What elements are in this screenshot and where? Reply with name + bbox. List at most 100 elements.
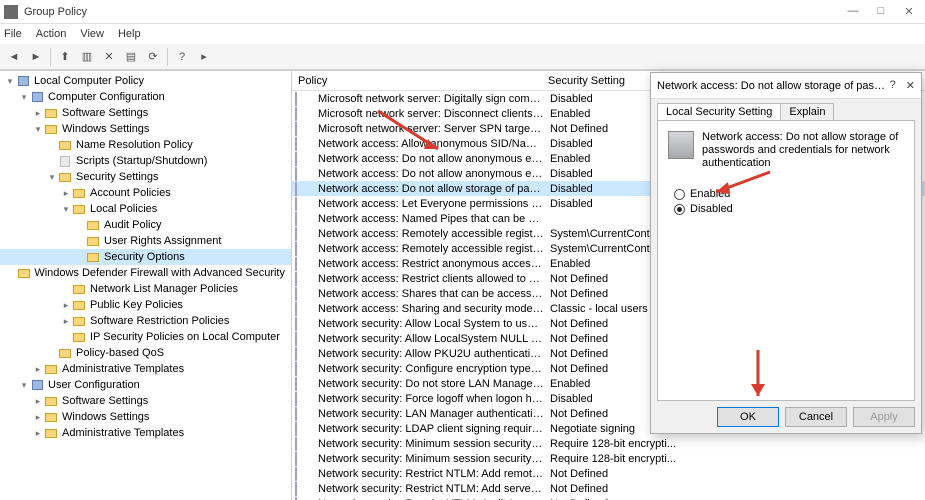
radio-enabled[interactable]: Enabled [674,188,904,200]
tree-node[interactable]: ▸Software Restriction Policies [0,313,291,329]
folder-icon [72,187,86,199]
folder-icon [44,123,58,135]
tree-label: Administrative Templates [62,363,184,375]
radio-disabled-icon [674,204,685,215]
policy-name: Network security: Configure encryption t… [312,363,544,375]
folder-icon [44,427,58,439]
policy-icon [295,168,309,180]
close-button[interactable]: ✕ [901,5,917,18]
tree-node[interactable]: ▸Windows Settings [0,409,291,425]
policy-setting: Not Defined [544,468,925,480]
column-policy[interactable]: Policy [292,75,542,87]
policy-icon [295,303,309,315]
tab-explain[interactable]: Explain [780,103,834,120]
show-hide-button[interactable]: ▥ [77,47,97,67]
delete-button[interactable]: ✕ [99,47,119,67]
policy-name: Network access: Remotely accessible regi… [312,243,544,255]
tree-node[interactable]: ▾Local Computer Policy [0,73,291,89]
dialog-close-button[interactable]: ✕ [906,79,915,92]
policy-row[interactable]: Network security: Restrict NTLM: Audit I… [292,496,925,500]
tree-node[interactable]: Windows Defender Firewall with Advanced … [0,265,291,281]
policy-icon [295,123,309,135]
policy-name: Network access: Do not allow anonymous e… [312,168,544,180]
tree-node[interactable]: ▸Account Policies [0,185,291,201]
tree-label: Scripts (Startup/Shutdown) [76,155,207,167]
tab-local-security-setting[interactable]: Local Security Setting [657,103,781,120]
tree-node[interactable]: ▾Local Policies [0,201,291,217]
policy-name: Network access: Shares that can be acces… [312,288,544,300]
tree-node[interactable]: ▾Windows Settings [0,121,291,137]
tree-node[interactable]: Scripts (Startup/Shutdown) [0,153,291,169]
toolbar: ◄ ► ⬆ ▥ ✕ ▤ ⟳ ? ▸ [0,44,925,70]
tree-node[interactable]: ▸Public Key Policies [0,297,291,313]
tree-label: Audit Policy [104,219,161,231]
policy-name: Network security: Allow Local System to … [312,318,544,330]
dialog-body: Network access: Do not allow storage of … [657,120,915,401]
tree-label: Computer Configuration [48,91,165,103]
tree-node[interactable]: Security Options [0,249,291,265]
tree-node[interactable]: Network List Manager Policies [0,281,291,297]
ok-button[interactable]: OK [717,407,779,427]
policy-icon [295,288,309,300]
policy-icon [295,228,309,240]
window-title-bar: Group Policy — □ ✕ [0,0,925,24]
tree-node[interactable]: ▸Software Settings [0,105,291,121]
tree-node[interactable]: ▸Software Settings [0,393,291,409]
policy-icon [295,408,309,420]
menu-view[interactable]: View [80,28,104,40]
policy-setting: Require 128-bit encrypti... [544,438,925,450]
tree-label: Software Settings [62,107,148,119]
radio-enabled-icon [674,189,685,200]
folder-icon [58,139,72,151]
tree-node[interactable]: User Rights Assignment [0,233,291,249]
policy-name: Network access: Named Pipes that can be … [312,213,544,225]
policy-name: Microsoft network server: Server SPN tar… [312,123,544,135]
policy-setting: Require 128-bit encrypti... [544,453,925,465]
apply-button[interactable]: Apply [853,407,915,427]
minimize-button[interactable]: — [845,5,861,18]
dialog-buttons: OK Cancel Apply [651,401,921,433]
policy-row[interactable]: Network security: Minimum session securi… [292,436,925,451]
tree-label: Public Key Policies [90,299,183,311]
back-button[interactable]: ◄ [4,47,24,67]
dialog-description: Network access: Do not allow storage of … [702,131,904,170]
tree-node[interactable]: ▸Administrative Templates [0,425,291,441]
help-button[interactable]: ? [172,47,192,67]
policy-name: Microsoft network server: Digitally sign… [312,93,544,105]
properties-button[interactable]: ▤ [121,47,141,67]
tree-node[interactable]: Name Resolution Policy [0,137,291,153]
maximize-button[interactable]: □ [873,5,889,18]
tree-node[interactable]: ▾User Configuration [0,377,291,393]
policy-name: Network security: LAN Manager authentica… [312,408,544,420]
tree-pane[interactable]: ▾Local Computer Policy▾Computer Configur… [0,71,292,500]
radio-disabled[interactable]: Disabled [674,203,904,215]
forward-button[interactable]: ► [26,47,46,67]
up-button[interactable]: ⬆ [55,47,75,67]
dialog-title-bar[interactable]: Network access: Do not allow storage of … [651,73,921,99]
extra-button[interactable]: ▸ [194,47,214,67]
tree-node[interactable]: IP Security Policies on Local Computer [0,329,291,345]
tree-node[interactable]: ▾Computer Configuration [0,89,291,105]
folder-icon [18,267,30,279]
policy-name: Network access: Do not allow anonymous e… [312,153,544,165]
menu-action[interactable]: Action [36,28,67,40]
tree-label: Administrative Templates [62,427,184,439]
radio-disabled-label: Disabled [690,203,733,215]
policy-row[interactable]: Network security: Restrict NTLM: Add rem… [292,466,925,481]
tree-label: User Configuration [48,379,140,391]
dialog-help-button[interactable]: ? [890,79,896,92]
window-controls: — □ ✕ [845,5,921,18]
policy-row[interactable]: Network security: Restrict NTLM: Add ser… [292,481,925,496]
folder-icon [86,219,100,231]
menu-help[interactable]: Help [118,28,141,40]
cancel-button[interactable]: Cancel [785,407,847,427]
tree-node[interactable]: ▸Administrative Templates [0,361,291,377]
tree-node[interactable]: Policy-based QoS [0,345,291,361]
tree-node[interactable]: ▾Security Settings [0,169,291,185]
policy-row[interactable]: Network security: Minimum session securi… [292,451,925,466]
folder-icon [44,411,58,423]
refresh-button[interactable]: ⟳ [143,47,163,67]
tree-node[interactable]: Audit Policy [0,217,291,233]
menu-file[interactable]: File [4,28,22,40]
dialog-title: Network access: Do not allow storage of … [657,80,890,92]
